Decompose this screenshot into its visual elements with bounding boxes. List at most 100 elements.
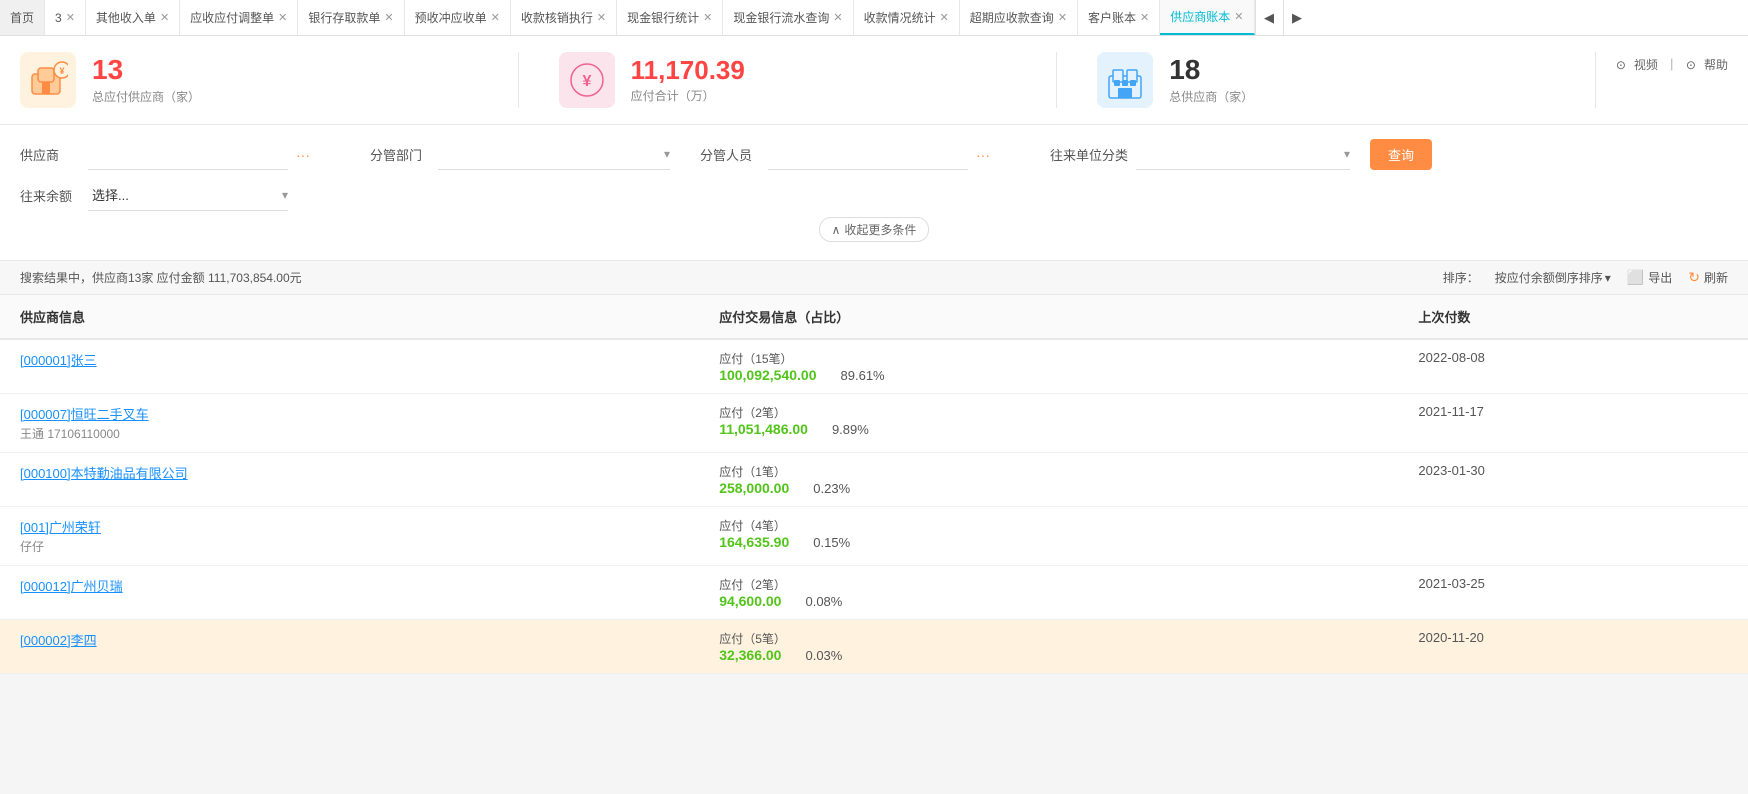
nav-tab-cash-bank-stat-close[interactable]: ✕ <box>703 11 712 24</box>
table-row: [000100]本特勤油品有限公司应付（1笔）258,000.000.23%20… <box>0 453 1748 507</box>
stat-info-total-suppliers: 18 总供应商（家） <box>1169 56 1253 105</box>
table-row: [000012]广州贝瑞应付（2笔）94,600.000.08%2021-03-… <box>0 566 1748 620</box>
nav-tab-bank-deposit[interactable]: 银行存取款单 ✕ <box>298 0 404 35</box>
collapse-button[interactable]: ∧ 收起更多条件 <box>819 217 930 242</box>
data-table: 供应商信息 应付交易信息（占比） 上次付数 [000001]张三应付（15笔）1… <box>0 295 1748 674</box>
nav-tab-advance-receipt[interactable]: 预收冲应收单 ✕ <box>405 0 511 35</box>
last-payment-date-1: 2021-11-17 <box>1418 404 1484 419</box>
supplier-dots-icon[interactable]: ··· <box>296 147 310 163</box>
nav-tab-3-label: 3 <box>55 11 62 25</box>
filter-category-select-wrapper: ▾ <box>1136 139 1350 170</box>
nav-tab-overdue-ar[interactable]: 超期应收款查询 ✕ <box>960 0 1078 35</box>
cell-last-payment-3 <box>1398 507 1748 566</box>
nav-tab-ar-ap-adjust-label: 应收应付调整单 <box>190 9 274 26</box>
col-header-last-payment: 上次付数 <box>1398 295 1748 339</box>
table-body: [000001]张三应付（15笔）100,092,540.0089.61%202… <box>0 339 1748 674</box>
supplier-link-0[interactable]: [000001]张三 <box>20 353 97 368</box>
last-payment-date-2: 2023-01-30 <box>1418 463 1485 478</box>
video-link[interactable]: 视频 <box>1634 56 1658 73</box>
refresh-action[interactable]: ↻ 刷新 <box>1688 269 1728 286</box>
nav-tab-receipt-verify-label: 收款核销执行 <box>521 9 593 26</box>
supplier-link-3[interactable]: [001]广州荣轩 <box>20 520 101 535</box>
nav-tab-bank-deposit-close[interactable]: ✕ <box>384 11 393 24</box>
cell-supplier-info-2: [000100]本特勤油品有限公司 <box>0 453 699 507</box>
filter-label-category: 往来单位分类 <box>1050 145 1128 164</box>
nav-tab-overdue-ar-close[interactable]: ✕ <box>1058 11 1067 24</box>
supplier-input[interactable] <box>88 140 288 170</box>
stat-block-payable-total: ¥ 11,170.39 应付合计（万） <box>519 52 1058 108</box>
payable-label-1: 应付（2笔） <box>719 404 1378 421</box>
stat-label-suppliers-payable: 总应付供应商（家） <box>92 88 200 105</box>
nav-tab-cash-bank-flow-label: 现金银行流水查询 <box>733 9 829 26</box>
result-summary: 搜索结果中，供应商13家 应付金额 111,703,854.00元 <box>20 269 302 286</box>
filter-dept-select-wrapper: ▾ <box>438 139 670 170</box>
table-header-row: 供应商信息 应付交易信息（占比） 上次付数 <box>0 295 1748 339</box>
nav-prev-arrow[interactable]: ◀ <box>1255 0 1283 35</box>
nav-next-arrow[interactable]: ▶ <box>1283 0 1311 35</box>
stat-icon-payable-total: ¥ <box>559 52 615 108</box>
nav-tab-cash-bank-flow-close[interactable]: ✕ <box>833 11 842 24</box>
cell-last-payment-2: 2023-01-30 <box>1398 453 1748 507</box>
nav-tab-other-income-close[interactable]: ✕ <box>160 11 169 24</box>
cell-supplier-info-0: [000001]张三 <box>0 339 699 394</box>
filter-item-balance: 往来余额 选择... ▾ <box>20 180 340 211</box>
payable-amount-2[interactable]: 258,000.00 <box>719 480 789 496</box>
sort-label: 排序： <box>1443 269 1479 286</box>
nav-tab-receipt-verify[interactable]: 收款核销执行 ✕ <box>511 0 617 35</box>
sort-select-wrapper[interactable]: 按应付余额倒序排序 ▾ <box>1495 269 1611 286</box>
payable-amount-5[interactable]: 32,366.00 <box>719 647 781 663</box>
category-select[interactable] <box>1136 139 1344 169</box>
nav-tab-supplier-ledger-close[interactable]: ✕ <box>1234 10 1243 23</box>
table-area: 供应商信息 应付交易信息（占比） 上次付数 [000001]张三应付（15笔）1… <box>0 295 1748 674</box>
person-dots-icon[interactable]: ··· <box>976 147 990 163</box>
nav-tab-ar-ap-adjust[interactable]: 应收应付调整单 ✕ <box>180 0 298 35</box>
supplier-link-4[interactable]: [000012]广州贝瑞 <box>20 579 123 594</box>
payable-amount-1[interactable]: 11,051,486.00 <box>719 421 808 437</box>
nav-tab-cash-bank-stat[interactable]: 现金银行统计 ✕ <box>617 0 723 35</box>
svg-text:¥: ¥ <box>582 73 591 90</box>
payable-amount-0[interactable]: 100,092,540.00 <box>719 367 816 383</box>
help-link[interactable]: 帮助 <box>1704 56 1728 73</box>
stat-info-suppliers-payable: 13 总应付供应商（家） <box>92 56 200 105</box>
collapse-button-label: 收起更多条件 <box>844 221 916 238</box>
filter-area: 供应商 ··· 分管部门 ▾ 分管人员 ··· 往来单位分类 <box>0 125 1748 261</box>
nav-tab-home[interactable]: 首页 <box>0 0 45 35</box>
nav-tab-receipt-stat-close[interactable]: ✕ <box>940 11 949 24</box>
nav-tab-advance-receipt-close[interactable]: ✕ <box>491 11 500 24</box>
nav-tab-ar-ap-adjust-close[interactable]: ✕ <box>278 11 287 24</box>
payable-percent-3: 0.15% <box>813 535 850 550</box>
person-input[interactable] <box>768 140 968 170</box>
nav-tab-3[interactable]: 3 ✕ <box>45 0 86 35</box>
nav-tab-receipt-verify-close[interactable]: ✕ <box>597 11 606 24</box>
nav-tab-customer-ledger-close[interactable]: ✕ <box>1140 11 1149 24</box>
cell-supplier-info-4: [000012]广州贝瑞 <box>0 566 699 620</box>
export-action[interactable]: ⬜ 导出 <box>1627 269 1672 286</box>
nav-tab-advance-receipt-label: 预收冲应收单 <box>415 9 487 26</box>
filter-label-balance: 往来余额 <box>20 186 80 205</box>
nav-tab-receipt-stat[interactable]: 收款情况统计 ✕ <box>854 0 960 35</box>
payable-amount-4[interactable]: 94,600.00 <box>719 593 781 609</box>
supplier-link-2[interactable]: [000100]本特勤油品有限公司 <box>20 466 188 481</box>
balance-select[interactable]: 选择... <box>88 180 282 210</box>
search-button[interactable]: 查询 <box>1370 139 1432 170</box>
supplier-link-1[interactable]: [000007]恒旺二手叉车 <box>20 407 149 422</box>
nav-tab-3-close[interactable]: ✕ <box>66 11 75 24</box>
supplier-link-5[interactable]: [000002]李四 <box>20 633 97 648</box>
cell-last-payment-1: 2021-11-17 <box>1398 394 1748 453</box>
dept-select[interactable] <box>438 139 664 169</box>
supplier-sub-3: 仔仔 <box>20 538 679 555</box>
refresh-label: 刷新 <box>1704 269 1728 286</box>
stat-label-payable-total: 应付合计（万） <box>631 87 745 104</box>
nav-tab-cash-bank-flow[interactable]: 现金银行流水查询 ✕ <box>723 0 853 35</box>
result-actions: 排序： 按应付余额倒序排序 ▾ ⬜ 导出 ↻ 刷新 <box>1443 269 1728 286</box>
sort-current-label: 按应付余额倒序排序 <box>1495 269 1603 286</box>
nav-tab-other-income[interactable]: 其他收入单 ✕ <box>86 0 180 35</box>
nav-tab-home-label: 首页 <box>10 9 34 26</box>
nav-tab-supplier-ledger[interactable]: 供应商账本 ✕ <box>1160 0 1254 35</box>
nav-tab-customer-ledger[interactable]: 客户账本 ✕ <box>1078 0 1160 35</box>
table-row: [000002]李四应付（5笔）32,366.000.03%2020-11-20 <box>0 620 1748 674</box>
last-payment-date-5: 2020-11-20 <box>1418 630 1484 645</box>
cell-supplier-info-3: [001]广州荣轩仔仔 <box>0 507 699 566</box>
nav-tab-other-income-label: 其他收入单 <box>96 9 156 26</box>
payable-amount-3[interactable]: 164,635.90 <box>719 534 789 550</box>
